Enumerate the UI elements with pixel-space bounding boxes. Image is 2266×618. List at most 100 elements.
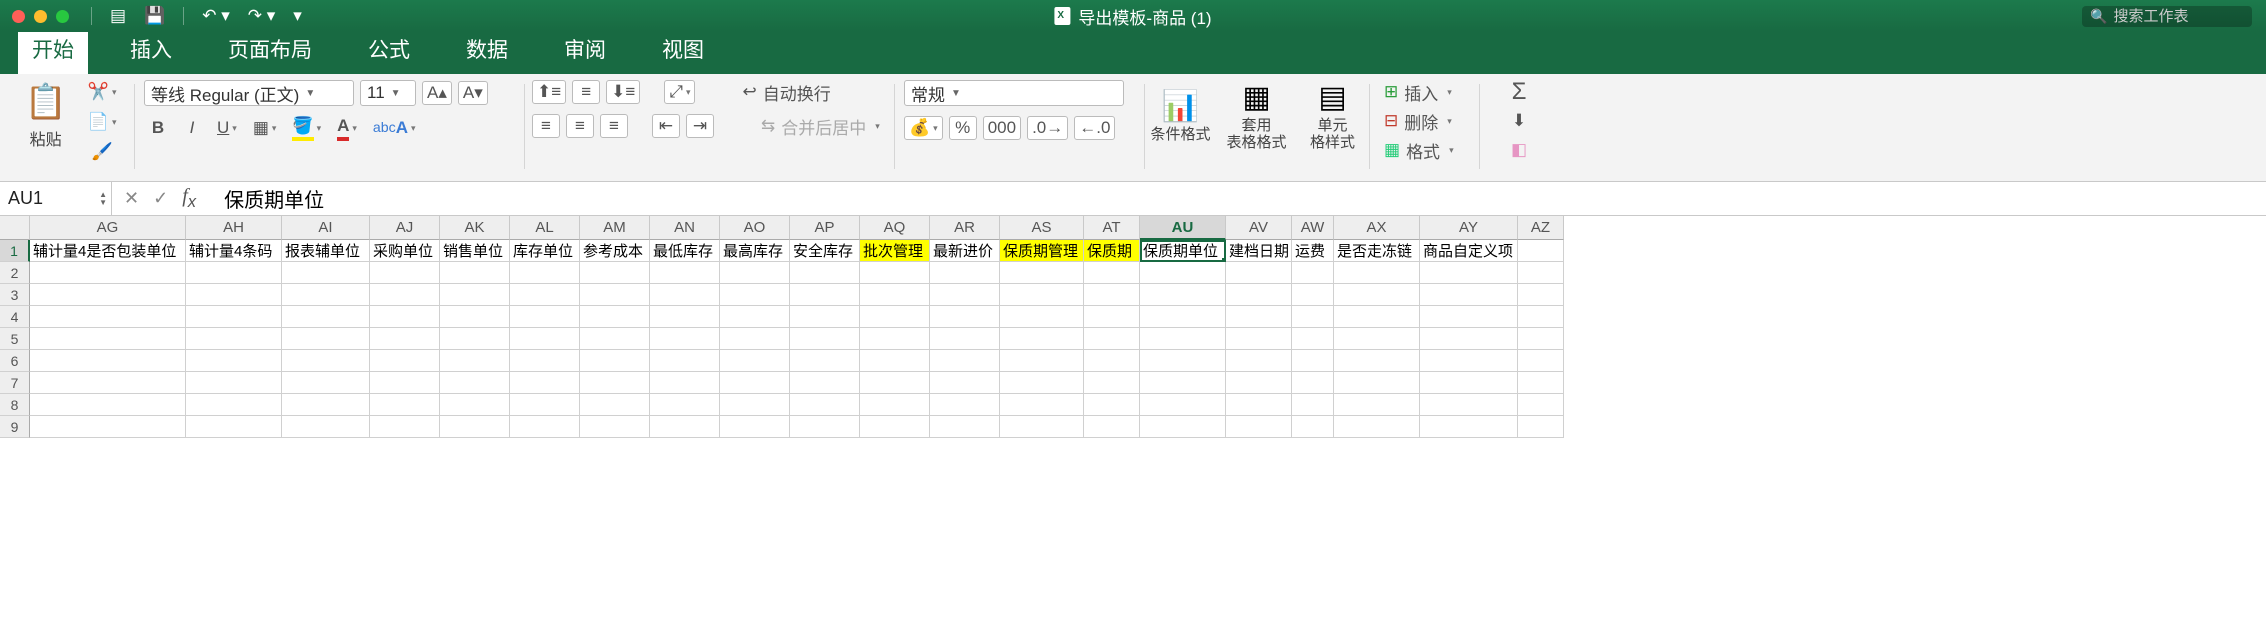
column-header-AZ[interactable]: AZ [1518,216,1564,240]
cell-AJ8[interactable] [370,394,440,416]
formula-input[interactable] [216,182,2266,215]
select-all-corner[interactable] [0,216,30,240]
cell-AH3[interactable] [186,284,282,306]
row-header-7[interactable]: 7 [0,372,30,394]
tab-开始[interactable]: 开始 [18,28,88,74]
cell-AK4[interactable] [440,306,510,328]
cell-AO1[interactable]: 最高库存 [720,240,790,262]
column-header-AW[interactable]: AW [1292,216,1334,240]
name-box-stepper[interactable]: ▲▼ [99,191,107,207]
cell-AL8[interactable] [510,394,580,416]
column-header-AX[interactable]: AX [1334,216,1420,240]
cell-AI4[interactable] [282,306,370,328]
tab-插入[interactable]: 插入 [116,28,186,74]
minimize-window-button[interactable] [34,10,47,23]
tab-数据[interactable]: 数据 [452,28,522,74]
cell-AT2[interactable] [1084,262,1140,284]
cell-AN8[interactable] [650,394,720,416]
cell-AJ4[interactable] [370,306,440,328]
cell-AR1[interactable]: 最新进价 [930,240,1000,262]
number-format-select[interactable]: 常规 ▼ [904,80,1124,106]
cell-AH6[interactable] [186,350,282,372]
cell-AJ1[interactable]: 采购单位 [370,240,440,262]
cell-AO5[interactable] [720,328,790,350]
cell-AX7[interactable] [1334,372,1420,394]
align-right-button[interactable]: ≡ [600,114,628,138]
font-color-button[interactable]: A▾ [332,116,362,140]
cell-AR7[interactable] [930,372,1000,394]
decrease-font-button[interactable]: A▾ [458,81,488,105]
cell-AN5[interactable] [650,328,720,350]
cell-AY2[interactable] [1420,262,1518,284]
fx-icon[interactable]: fx [182,185,204,212]
cell-AW9[interactable] [1292,416,1334,438]
percent-button[interactable]: % [949,116,977,140]
cell-AK5[interactable] [440,328,510,350]
cell-AN3[interactable] [650,284,720,306]
align-center-button[interactable]: ≡ [566,114,594,138]
column-header-AG[interactable]: AG [30,216,186,240]
column-header-AL[interactable]: AL [510,216,580,240]
currency-button[interactable]: 💰▾ [904,116,943,140]
cell-AN9[interactable] [650,416,720,438]
cell-AQ8[interactable] [860,394,930,416]
cell-AS9[interactable] [1000,416,1084,438]
align-middle-button[interactable]: ≡ [572,80,600,104]
cell-AM5[interactable] [580,328,650,350]
cell-AW7[interactable] [1292,372,1334,394]
cell-styles-button[interactable]: ▤ 单元 格样式 [1297,80,1369,151]
cell-AZ6[interactable] [1518,350,1564,372]
cell-AO9[interactable] [720,416,790,438]
cell-AY6[interactable] [1420,350,1518,372]
paste-button[interactable]: 📋 粘贴 [18,80,72,152]
cell-AJ6[interactable] [370,350,440,372]
cell-AM4[interactable] [580,306,650,328]
cell-AY4[interactable] [1420,306,1518,328]
cell-AH1[interactable]: 辅计量4条码 [186,240,282,262]
cell-AM2[interactable] [580,262,650,284]
cell-AS4[interactable] [1000,306,1084,328]
column-header-AM[interactable]: AM [580,216,650,240]
cancel-edit-button[interactable]: ✕ [124,188,139,209]
align-left-button[interactable]: ≡ [532,114,560,138]
sheet-search-input[interactable] [2113,8,2244,25]
cell-AV6[interactable] [1226,350,1292,372]
cell-AU7[interactable] [1140,372,1226,394]
cell-AM3[interactable] [580,284,650,306]
cell-AI2[interactable] [282,262,370,284]
column-header-AP[interactable]: AP [790,216,860,240]
save-icon[interactable]: ▤ [110,6,126,26]
borders-button[interactable]: ▦▾ [248,116,282,140]
cell-AQ4[interactable] [860,306,930,328]
underline-button[interactable]: U▾ [212,116,242,140]
cell-AT1[interactable]: 保质期 [1084,240,1140,262]
cell-AS1[interactable]: 保质期管理 [1000,240,1084,262]
cell-AZ9[interactable] [1518,416,1564,438]
cell-AO3[interactable] [720,284,790,306]
format-cells-button[interactable]: ▦ 格式▾ [1379,138,1469,162]
cell-AK6[interactable] [440,350,510,372]
cell-AQ9[interactable] [860,416,930,438]
format-painter-button[interactable]: 🖌️ [83,140,122,164]
cell-AV9[interactable] [1226,416,1292,438]
cell-AG9[interactable] [30,416,186,438]
cell-AW2[interactable] [1292,262,1334,284]
cell-AI3[interactable] [282,284,370,306]
cell-AP3[interactable] [790,284,860,306]
cell-AL3[interactable] [510,284,580,306]
cell-AM8[interactable] [580,394,650,416]
comma-style-button[interactable]: 000 [983,116,1021,140]
cell-AW3[interactable] [1292,284,1334,306]
cell-AR2[interactable] [930,262,1000,284]
cell-AT3[interactable] [1084,284,1140,306]
cell-AR8[interactable] [930,394,1000,416]
cell-AT5[interactable] [1084,328,1140,350]
cell-AH2[interactable] [186,262,282,284]
cell-AP7[interactable] [790,372,860,394]
cell-AM1[interactable]: 参考成本 [580,240,650,262]
cell-AX3[interactable] [1334,284,1420,306]
column-header-AY[interactable]: AY [1420,216,1518,240]
tab-页面布局[interactable]: 页面布局 [214,28,326,74]
tab-视图[interactable]: 视图 [648,28,718,74]
customize-qat-icon[interactable]: ▾ [293,6,302,26]
